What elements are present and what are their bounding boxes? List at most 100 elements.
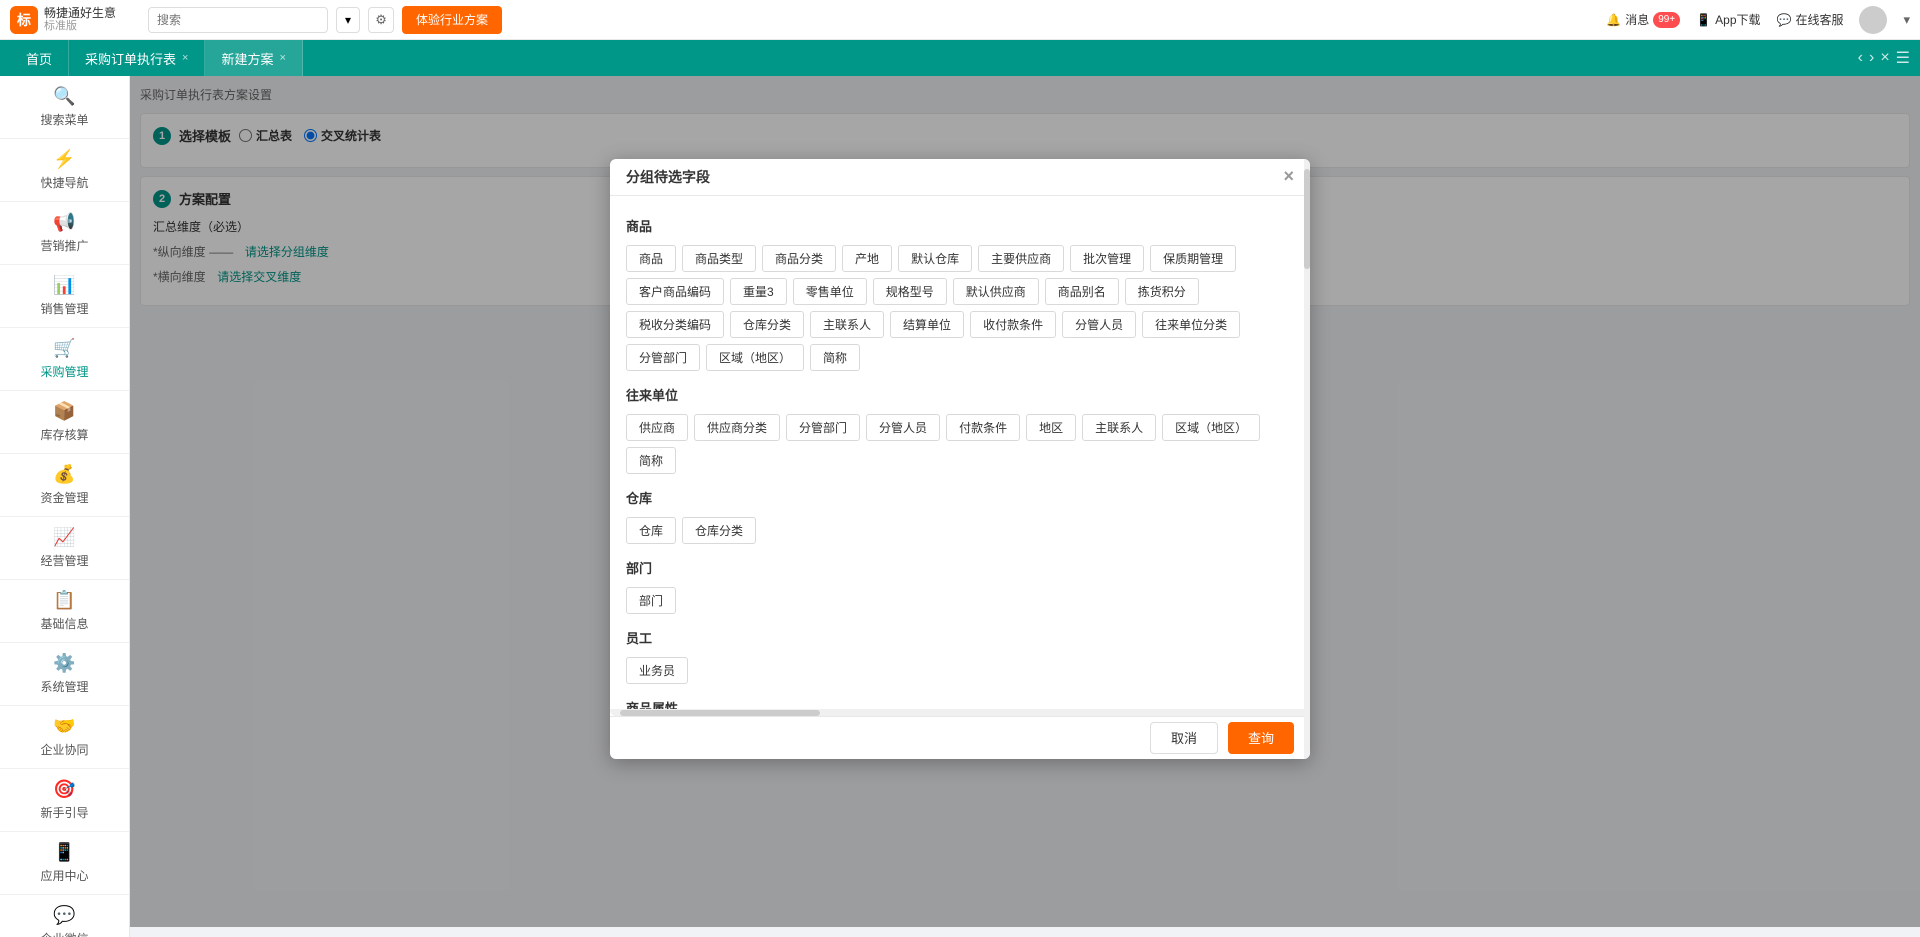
field-tag-goods-13[interactable]: 商品别名 xyxy=(1045,278,1119,305)
field-tag-goods-24[interactable]: 简称 xyxy=(810,344,860,371)
sidebar-item-quick-nav[interactable]: ⚡ 快捷导航 xyxy=(0,139,129,202)
field-tag-goods-3[interactable]: 产地 xyxy=(842,245,892,272)
inventory-icon: 📦 xyxy=(53,401,75,422)
tab-actions: ‹ › × ☰ xyxy=(1858,48,1910,68)
field-tag-goods-2[interactable]: 商品分类 xyxy=(762,245,836,272)
tab-purchase-order[interactable]: 采购订单执行表 × xyxy=(69,40,205,76)
confirm-button[interactable]: 查询 xyxy=(1228,722,1294,754)
field-tag-partner-7[interactable]: 区域（地区） xyxy=(1162,414,1260,441)
tab-nav-left[interactable]: ‹ xyxy=(1858,49,1863,67)
gear-icon[interactable]: ⚙ xyxy=(368,7,394,33)
field-tag-goods-16[interactable]: 仓库分类 xyxy=(730,311,804,338)
goods-section: 商品 商品 商品类型 商品分类 产地 默认仓库 主要供应商 批次管理 保质期管理… xyxy=(626,216,1294,371)
field-tag-warehouse-0[interactable]: 仓库 xyxy=(626,517,676,544)
field-tag-partner-0[interactable]: 供应商 xyxy=(626,414,688,441)
field-tag-warehouse-1[interactable]: 仓库分类 xyxy=(682,517,756,544)
field-tag-goods-9[interactable]: 重量3 xyxy=(730,278,787,305)
app-download-button[interactable]: 📱 App下载 xyxy=(1696,11,1760,28)
field-tag-partner-4[interactable]: 付款条件 xyxy=(946,414,1020,441)
finance-icon: 💰 xyxy=(53,464,75,485)
experience-button[interactable]: 体验行业方案 xyxy=(402,6,502,34)
bell-icon: 🔔 xyxy=(1606,13,1621,27)
top-header: 标 畅捷通好生意 标准版 ▾ ⚙ 体验行业方案 🔔 消息 99+ 📱 App下载… xyxy=(0,0,1920,40)
field-tag-goods-11[interactable]: 规格型号 xyxy=(873,278,947,305)
field-tag-goods-17[interactable]: 主联系人 xyxy=(810,311,884,338)
field-tag-goods-14[interactable]: 拣货积分 xyxy=(1125,278,1199,305)
field-tag-goods-19[interactable]: 收付款条件 xyxy=(970,311,1056,338)
sidebar-item-enterprise-wechat[interactable]: 💬 企业微信 xyxy=(0,895,129,937)
field-selection-modal: 分组待选字段 × 商品 商品 商品类型 商品分类 产地 默认仓库 主要供应商 xyxy=(610,159,1310,759)
field-tag-partner-2[interactable]: 分管部门 xyxy=(786,414,860,441)
sidebar-item-finance[interactable]: 💰 资金管理 xyxy=(0,454,129,517)
modal-close-button[interactable]: × xyxy=(1283,166,1294,187)
employee-section: 员工 业务员 xyxy=(626,628,1294,684)
sidebar-item-marketing[interactable]: 📢 营销推广 xyxy=(0,202,129,265)
modal-vertical-scrollbar[interactable] xyxy=(1304,159,1310,759)
sidebar-item-inventory[interactable]: 📦 库存核算 xyxy=(0,391,129,454)
field-tag-emp-0[interactable]: 业务员 xyxy=(626,657,688,684)
sidebar-item-guide[interactable]: 🎯 新手引导 xyxy=(0,769,129,832)
system-icon: ⚙️ xyxy=(53,653,75,674)
sidebar-item-system[interactable]: ⚙️ 系统管理 xyxy=(0,643,129,706)
header-dropdown-button[interactable]: ▾ xyxy=(336,7,360,33)
messages-button[interactable]: 🔔 消息 99+ xyxy=(1606,11,1680,28)
field-tag-goods-10[interactable]: 零售单位 xyxy=(793,278,867,305)
sidebar-item-basic-info[interactable]: 📋 基础信息 xyxy=(0,580,129,643)
sidebar-item-sales[interactable]: 📊 销售管理 xyxy=(0,265,129,328)
tab-new-plan-close[interactable]: × xyxy=(279,52,285,64)
field-tag-goods-23[interactable]: 区域（地区） xyxy=(706,344,804,371)
field-tag-partner-1[interactable]: 供应商分类 xyxy=(694,414,780,441)
tab-new-plan[interactable]: 新建方案 × xyxy=(205,40,302,76)
field-tag-goods-1[interactable]: 商品类型 xyxy=(682,245,756,272)
goods-field-tags: 商品 商品类型 商品分类 产地 默认仓库 主要供应商 批次管理 保质期管理 客户… xyxy=(626,245,1294,371)
field-tag-goods-6[interactable]: 批次管理 xyxy=(1070,245,1144,272)
modal-footer: 取消 查询 xyxy=(610,716,1310,759)
tab-nav-right[interactable]: › xyxy=(1869,49,1874,67)
sidebar-item-cooperation[interactable]: 🤝 企业协同 xyxy=(0,706,129,769)
cooperation-icon: 🤝 xyxy=(53,716,75,737)
field-tag-dept-0[interactable]: 部门 xyxy=(626,587,676,614)
modal-horizontal-scrollbar[interactable] xyxy=(610,709,1310,716)
sidebar-item-app-center[interactable]: 📱 应用中心 xyxy=(0,832,129,895)
field-tag-goods-8[interactable]: 客户商品编码 xyxy=(626,278,724,305)
search-icon: 🔍 xyxy=(53,86,75,107)
field-tag-goods-22[interactable]: 分管部门 xyxy=(626,344,700,371)
sidebar-item-operations[interactable]: 📈 经营管理 xyxy=(0,517,129,580)
online-service-button[interactable]: 💬 在线客服 xyxy=(1777,11,1844,28)
main-content: 采购订单执行表方案设置 1 选择模板 汇总表 交叉统计表 xyxy=(130,76,1920,937)
field-tag-goods-20[interactable]: 分管人员 xyxy=(1062,311,1136,338)
department-field-tags: 部门 xyxy=(626,587,1294,614)
header-search-input[interactable] xyxy=(148,7,328,33)
sidebar-item-purchase[interactable]: 🛒 采购管理 xyxy=(0,328,129,391)
field-tag-goods-7[interactable]: 保质期管理 xyxy=(1150,245,1236,272)
guide-icon: 🎯 xyxy=(53,779,75,800)
field-tag-goods-15[interactable]: 税收分类编码 xyxy=(626,311,724,338)
tab-menu[interactable]: ☰ xyxy=(1896,48,1910,68)
service-icon: 💬 xyxy=(1777,13,1792,27)
field-tag-goods-18[interactable]: 结算单位 xyxy=(890,311,964,338)
sidebar-item-search-menu[interactable]: 🔍 搜索菜单 xyxy=(0,76,129,139)
modal-vertical-thumb[interactable] xyxy=(1304,169,1310,269)
tab-home[interactable]: 首页 xyxy=(10,40,69,76)
field-tag-partner-3[interactable]: 分管人员 xyxy=(866,414,940,441)
tab-close-all[interactable]: × xyxy=(1880,49,1889,67)
department-section: 部门 部门 xyxy=(626,558,1294,614)
field-tag-goods-21[interactable]: 往来单位分类 xyxy=(1142,311,1240,338)
header-right: 🔔 消息 99+ 📱 App下载 💬 在线客服 ▾ xyxy=(1606,6,1910,34)
main-layout: 🔍 搜索菜单 ⚡ 快捷导航 📢 营销推广 📊 销售管理 🛒 采购管理 📦 库存核… xyxy=(0,76,1920,937)
field-tag-goods-4[interactable]: 默认仓库 xyxy=(898,245,972,272)
field-tag-partner-5[interactable]: 地区 xyxy=(1026,414,1076,441)
modal-scroll-thumb[interactable] xyxy=(620,710,820,716)
field-tag-goods-0[interactable]: 商品 xyxy=(626,245,676,272)
field-tag-goods-12[interactable]: 默认供应商 xyxy=(953,278,1039,305)
field-tag-partner-8[interactable]: 简称 xyxy=(626,447,676,474)
avatar[interactable] xyxy=(1859,6,1887,34)
tab-purchase-order-close[interactable]: × xyxy=(182,52,188,64)
field-tag-goods-5[interactable]: 主要供应商 xyxy=(978,245,1064,272)
partner-section-title: 往来单位 xyxy=(626,385,1294,404)
user-dropdown-icon[interactable]: ▾ xyxy=(1903,12,1910,28)
logo-area: 标 畅捷通好生意 标准版 xyxy=(10,6,140,34)
partner-field-tags: 供应商 供应商分类 分管部门 分管人员 付款条件 地区 主联系人 区域（地区） … xyxy=(626,414,1294,474)
field-tag-partner-6[interactable]: 主联系人 xyxy=(1082,414,1156,441)
cancel-button[interactable]: 取消 xyxy=(1150,722,1218,754)
